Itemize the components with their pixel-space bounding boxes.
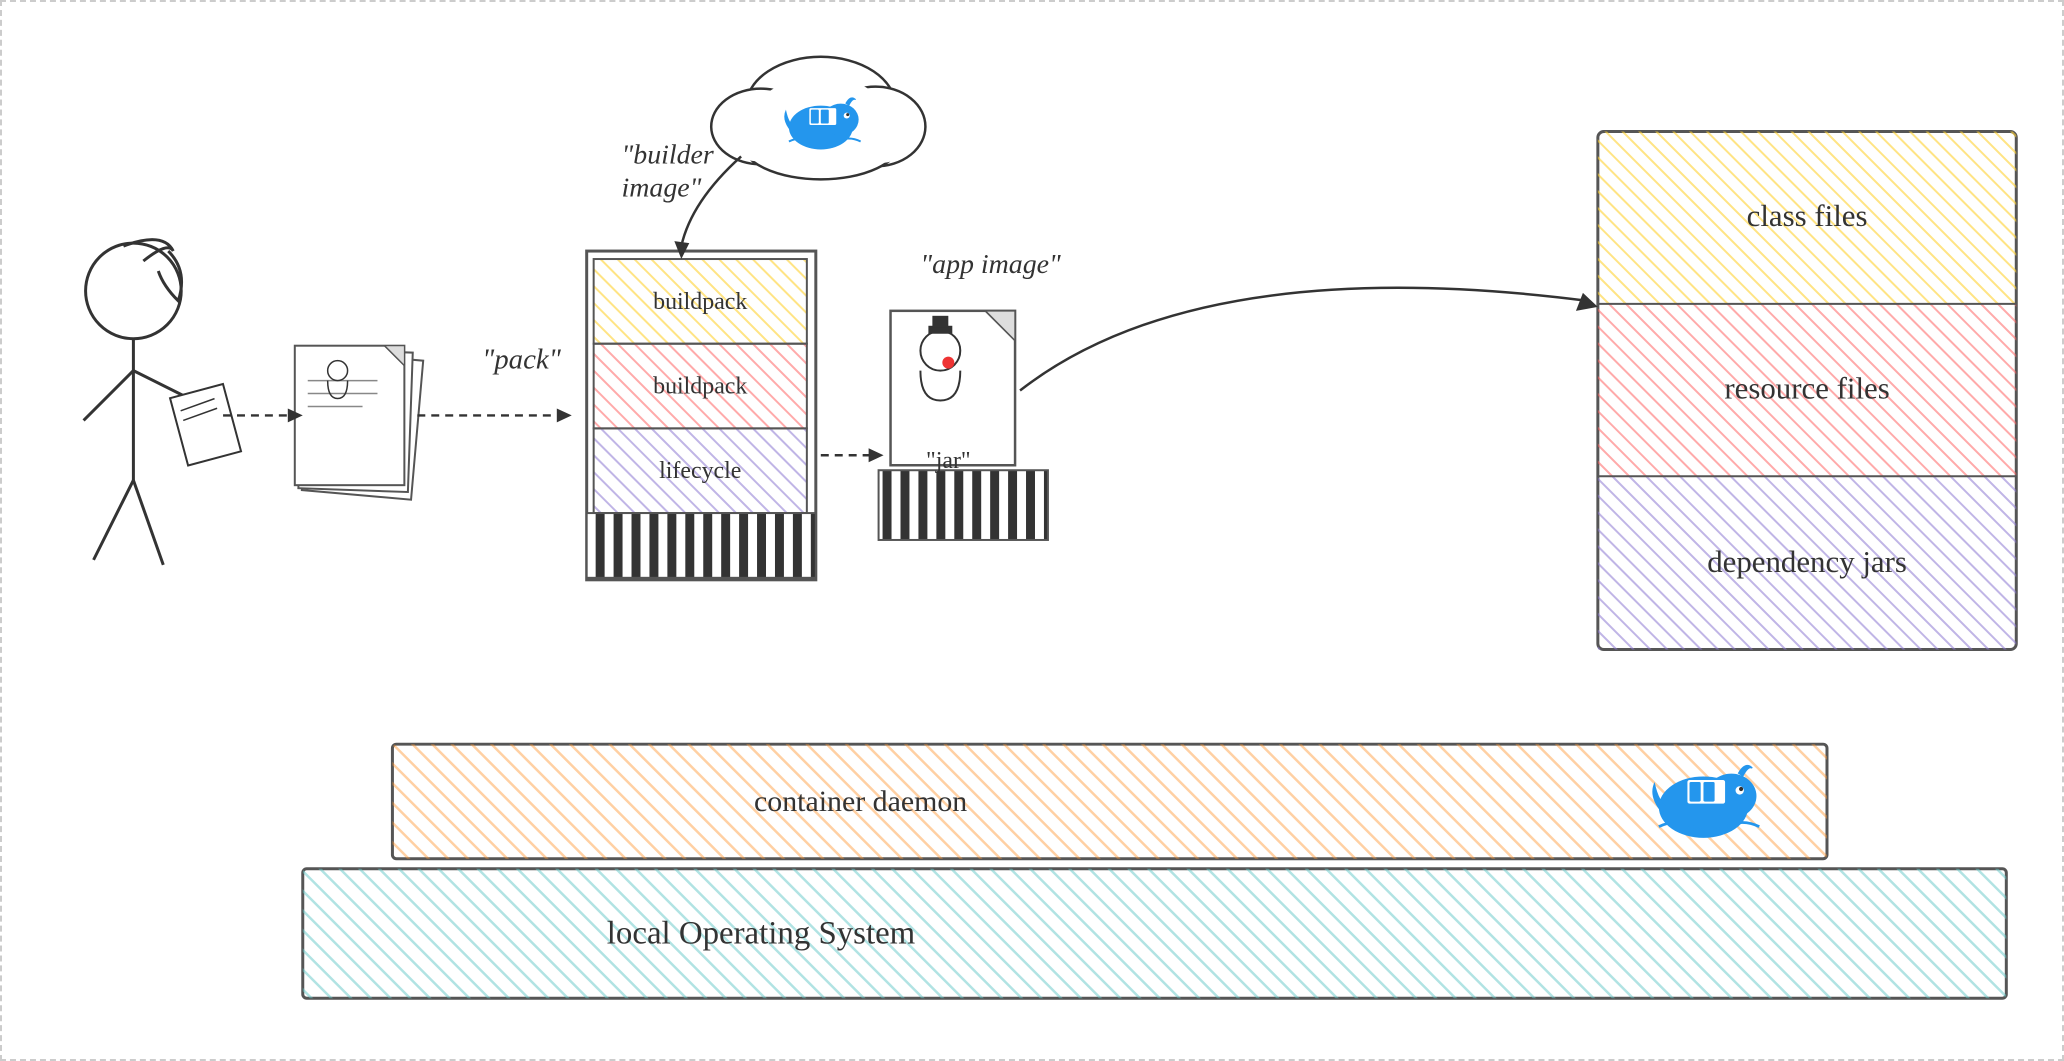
svg-text:buildpack: buildpack <box>653 289 747 315</box>
svg-text:class files: class files <box>1747 198 1868 233</box>
svg-text:"pack": "pack" <box>482 344 562 376</box>
svg-text:lifecycle: lifecycle <box>659 458 741 484</box>
svg-text:buildpack: buildpack <box>653 374 747 400</box>
svg-text:"jar": "jar" <box>926 448 971 474</box>
svg-text:container daemon: container daemon <box>754 785 967 818</box>
svg-text:"app image": "app image" <box>920 249 1061 280</box>
svg-text:dependency jars: dependency jars <box>1707 544 1907 579</box>
svg-text:"builder: "builder <box>622 139 714 170</box>
svg-text:image": image" <box>622 172 702 203</box>
diagram-container: local Operating System container daemon … <box>0 0 2064 1061</box>
svg-text:resource files: resource files <box>1724 370 1889 405</box>
svg-text:local Operating System: local Operating System <box>607 915 916 951</box>
